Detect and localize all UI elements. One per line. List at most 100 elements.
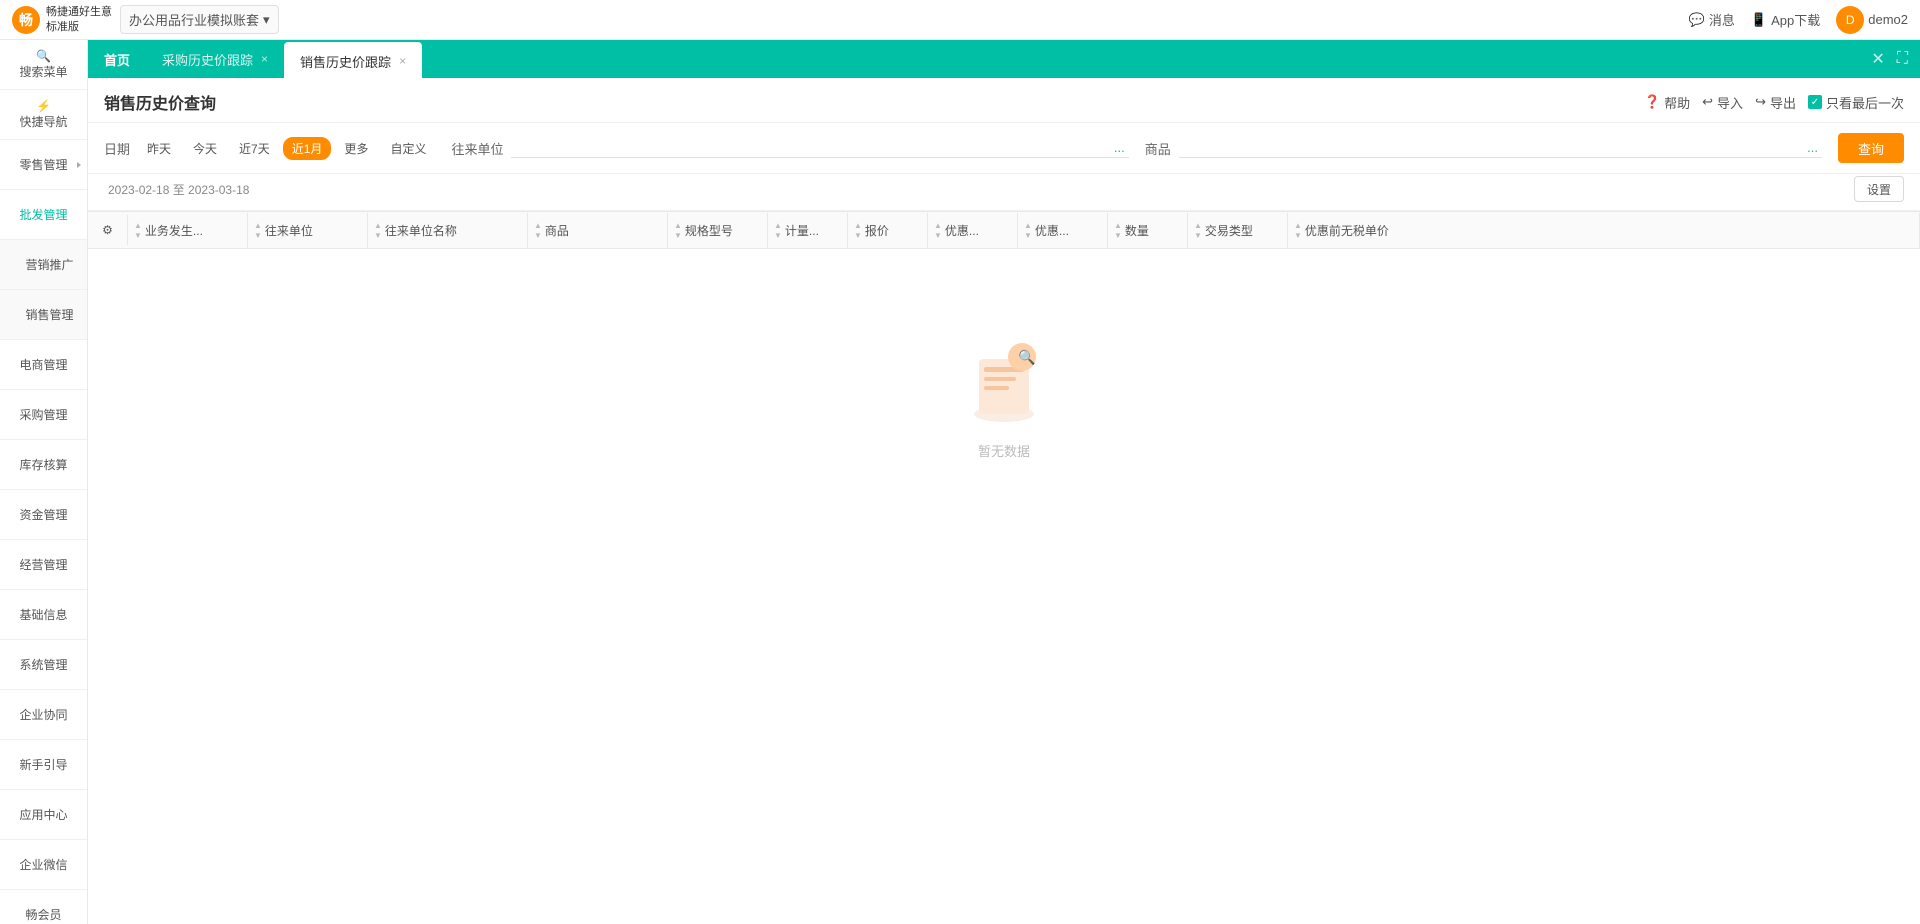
th-date[interactable]: ▲▼ 业务发生... [128, 213, 248, 248]
product-filter-label: 商品 [1145, 139, 1171, 158]
sort-arrows-partner-name: ▲▼ [374, 221, 382, 240]
table-header: ⚙ ▲▼ 业务发生... ▲▼ 往来单位 ▲▼ 往来单位名称 [88, 211, 1920, 249]
sidebar-item-inventory[interactable]: 库存核算 [0, 440, 87, 490]
tabs-right: ✕ ⛶ [1867, 45, 1920, 73]
sort-arrows-partner-code: ▲▼ [254, 221, 262, 240]
filter-bar: 日期 昨天 今天 近7天 近1月 更多 自定义 往来单位 ... [88, 123, 1920, 174]
sidebar-item-operation[interactable]: 经营管理 [0, 540, 87, 590]
sort-arrows-spec: ▲▼ [674, 221, 682, 240]
sort-arrows-notax: ▲▼ [1294, 221, 1302, 240]
import-link[interactable]: ↩ 导入 [1702, 93, 1743, 112]
sidebar-item-membership[interactable]: 畅会员 [0, 890, 87, 924]
logo-icon: 畅 [12, 6, 40, 34]
product-dots[interactable]: ... [1807, 140, 1818, 155]
page-title: 销售历史价查询 [104, 90, 216, 114]
help-link[interactable]: ❓ 帮助 [1644, 93, 1690, 112]
message-icon: 💬 [1689, 12, 1705, 28]
sort-arrows-disc2: ▲▼ [1024, 221, 1032, 240]
date-pill-custom[interactable]: 自定义 [381, 137, 435, 160]
sort-arrows-price: ▲▼ [854, 221, 862, 240]
date-pill-today[interactable]: 今天 [184, 137, 226, 160]
export-link[interactable]: ↪ 导出 [1755, 93, 1796, 112]
date-filter-label: 日期 [104, 139, 130, 158]
date-pill-7days[interactable]: 近7天 [230, 137, 279, 160]
settings-button[interactable]: 设置 [1854, 176, 1904, 202]
sort-arrows-qty: ▲▼ [1114, 221, 1122, 240]
th-spec[interactable]: ▲▼ 规格型号 [668, 213, 768, 248]
date-pill-yesterday[interactable]: 昨天 [138, 137, 180, 160]
tab-close-purchase[interactable]: × [261, 52, 268, 66]
chevron-down-icon: ▾ [263, 12, 270, 28]
partner-dots[interactable]: ... [1114, 140, 1125, 155]
sidebar-item-ecommerce[interactable]: 电商管理 [0, 340, 87, 390]
sidebar-item-marketing[interactable]: 营销推广 [0, 240, 87, 290]
sidebar: 🔍 搜索菜单 ⚡ 快捷导航 零售管理 批发管理 营销推广 销售管理 电商管理 采… [0, 40, 88, 924]
th-partner-name[interactable]: ▲▼ 往来单位名称 [368, 213, 528, 248]
sidebar-item-sales[interactable]: 销售管理 [0, 290, 87, 340]
th-unit[interactable]: ▲▼ 计量... [768, 213, 848, 248]
sort-arrows-product: ▲▼ [534, 221, 542, 240]
th-notax[interactable]: ▲▼ 优惠前无税单价 [1288, 213, 1920, 248]
date-pill-more[interactable]: 更多 [335, 137, 377, 160]
sidebar-item-system[interactable]: 系统管理 [0, 640, 87, 690]
fullscreen-button[interactable]: ⛶ [1893, 46, 1912, 72]
page-header: 销售历史价查询 ❓ 帮助 ↩ 导入 ↪ 导出 ✓ [88, 78, 1920, 123]
sidebar-item-wholesale[interactable]: 批发管理 [0, 190, 87, 240]
sidebar-item-app-center[interactable]: 应用中心 [0, 790, 87, 840]
th-partner-code[interactable]: ▲▼ 往来单位 [248, 213, 368, 248]
sidebar-item-newbie[interactable]: 新手引导 [0, 740, 87, 790]
partner-filter-input[interactable]: ... [511, 138, 1128, 158]
import-icon: ↩ [1702, 94, 1713, 110]
product-filter-input[interactable]: ... [1179, 138, 1822, 158]
tab-home[interactable]: 首页 [88, 40, 146, 78]
empty-state: 🔍 暂无数据 [88, 249, 1920, 540]
sidebar-item-collaboration[interactable]: 企业协同 [0, 690, 87, 740]
header-right: 💬 消息 📱 App下载 D demo2 [1689, 6, 1908, 34]
svg-text:🔍: 🔍 [1018, 348, 1035, 366]
table-area: ⚙ ▲▼ 业务发生... ▲▼ 往来单位 ▲▼ 往来单位名称 [88, 211, 1920, 540]
search-icon: 🔍 [36, 49, 51, 63]
page-content: 销售历史价查询 ❓ 帮助 ↩ 导入 ↪ 导出 ✓ [88, 78, 1920, 924]
tabs-bar: 首页 采购历史价跟踪 × 销售历史价跟踪 × ✕ ⛶ [88, 40, 1920, 78]
date-range-text: 2023-02-18 至 2023-03-18 [108, 181, 249, 198]
close-all-tabs-button[interactable]: ✕ [1867, 45, 1888, 73]
th-disc2[interactable]: ▲▼ 优惠... [1018, 213, 1108, 248]
sidebar-item-wechat[interactable]: 企业微信 [0, 840, 87, 890]
page-header-actions: ❓ 帮助 ↩ 导入 ↪ 导出 ✓ 只看最后一次 [1644, 93, 1904, 112]
user-action[interactable]: D demo2 [1836, 6, 1908, 34]
content-area: 首页 采购历史价跟踪 × 销售历史价跟踪 × ✕ ⛶ 销售历史价查询 [88, 40, 1920, 924]
sort-arrows-unit: ▲▼ [774, 221, 782, 240]
sidebar-item-retail[interactable]: 零售管理 [0, 140, 87, 190]
th-type[interactable]: ▲▼ 交易类型 [1188, 213, 1288, 248]
date-pills: 昨天 今天 近7天 近1月 更多 自定义 [138, 137, 435, 160]
sidebar-item-quick-nav[interactable]: ⚡ 快捷导航 [0, 90, 87, 140]
sidebar-item-purchase[interactable]: 采购管理 [0, 390, 87, 440]
sidebar-item-finance[interactable]: 资金管理 [0, 490, 87, 540]
tab-close-sales[interactable]: × [399, 54, 406, 68]
message-action[interactable]: 💬 消息 [1689, 10, 1735, 29]
th-settings[interactable]: ⚙ [88, 215, 128, 245]
product-filter-group: 商品 ... [1145, 138, 1822, 158]
checkbox-icon: ✓ [1808, 95, 1822, 109]
sidebar-item-search-menu[interactable]: 🔍 搜索菜单 [0, 40, 87, 90]
th-qty[interactable]: ▲▼ 数量 [1108, 213, 1188, 248]
th-product[interactable]: ▲▼ 商品 [528, 213, 668, 248]
th-price[interactable]: ▲▼ 报价 [848, 213, 928, 248]
tab-sales-history[interactable]: 销售历史价跟踪 × [284, 42, 422, 80]
date-pill-1month[interactable]: 近1月 [283, 137, 332, 160]
th-disc1[interactable]: ▲▼ 优惠... [928, 213, 1018, 248]
sort-arrows-disc1: ▲▼ [934, 221, 942, 240]
only-last-checkbox[interactable]: ✓ 只看最后一次 [1808, 93, 1904, 112]
avatar: D [1836, 6, 1864, 34]
main-layout: 🔍 搜索菜单 ⚡ 快捷导航 零售管理 批发管理 营销推广 销售管理 电商管理 采… [0, 40, 1920, 924]
search-button[interactable]: 查询 [1838, 133, 1904, 163]
download-icon: 📱 [1751, 12, 1767, 28]
sidebar-item-basic-info[interactable]: 基础信息 [0, 590, 87, 640]
app-download-action[interactable]: 📱 App下载 [1751, 10, 1820, 29]
date-filter-group: 日期 昨天 今天 近7天 近1月 更多 自定义 [104, 137, 435, 160]
app-selector[interactable]: 办公用品行业模拟账套 ▾ [120, 5, 279, 34]
help-icon: ❓ [1644, 94, 1660, 110]
logo-text: 畅捷通好生意 标准版 [46, 5, 112, 34]
tab-purchase-history[interactable]: 采购历史价跟踪 × [146, 40, 284, 78]
header-left: 畅 畅捷通好生意 标准版 办公用品行业模拟账套 ▾ [12, 5, 279, 34]
